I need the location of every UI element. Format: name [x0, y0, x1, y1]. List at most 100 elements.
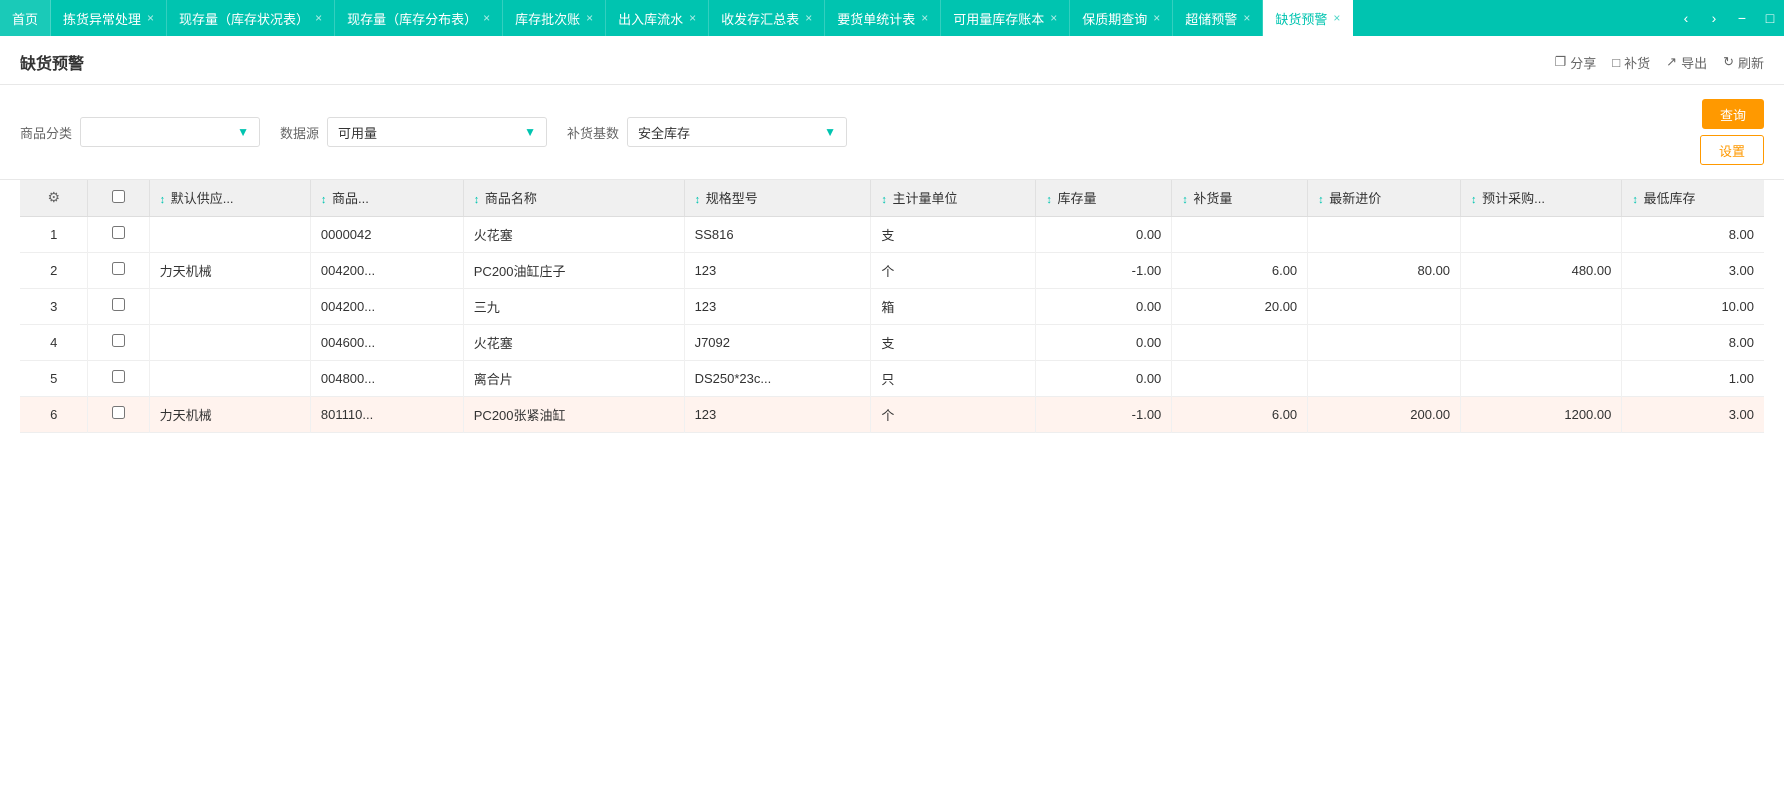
td-est-purchase — [1461, 216, 1622, 252]
td-seq: 4 — [20, 324, 88, 360]
replenish-base-dropdown-icon: ▼ — [824, 125, 836, 139]
tab-minimize-button[interactable]: − — [1728, 10, 1756, 26]
replenish-base-select[interactable]: 安全库存 ▼ — [627, 117, 847, 147]
tab-close-demand-stat[interactable]: × — [921, 11, 928, 25]
td-stock-qty: 0.00 — [1036, 324, 1172, 360]
th-spec[interactable]: ↕ 规格型号 — [684, 180, 871, 216]
th-min-stock[interactable]: ↕ 最低库存 — [1622, 180, 1764, 216]
td-checkbox[interactable] — [88, 252, 149, 288]
tab-close-inout-flow[interactable]: × — [689, 11, 696, 25]
tab-close-stock-status[interactable]: × — [315, 11, 322, 25]
data-table: ⚙ ↕ 默认供应... ↕ 商品... ↕ 商品名称 — [20, 180, 1764, 433]
row-checkbox[interactable] — [112, 370, 125, 383]
td-min-stock: 1.00 — [1622, 360, 1764, 396]
tab-avail-stock[interactable]: 可用量库存账本 × — [941, 0, 1070, 36]
td-est-purchase — [1461, 288, 1622, 324]
td-supplier: 力天机械 — [149, 396, 310, 432]
filter-bar: 商品分类 ▼ 数据源 可用量 ▼ 补货基数 安全库存 ▼ 查询 设置 — [0, 85, 1784, 180]
tab-shortage[interactable]: 缺货预警 × — [1263, 0, 1353, 36]
datasource-filter-group: 数据源 可用量 ▼ — [280, 117, 547, 147]
tab-close-receipt-summary[interactable]: × — [805, 11, 812, 25]
tab-maximize-button[interactable]: □ — [1756, 10, 1784, 26]
tab-close-shortage[interactable]: × — [1333, 11, 1340, 25]
td-est-purchase: 480.00 — [1461, 252, 1622, 288]
datasource-select[interactable]: 可用量 ▼ — [327, 117, 547, 147]
row-checkbox[interactable] — [112, 262, 125, 275]
td-checkbox[interactable] — [88, 288, 149, 324]
replenish-button[interactable]: □ 补货 — [1612, 53, 1650, 72]
row-checkbox[interactable] — [112, 406, 125, 419]
td-spec: SS816 — [684, 216, 871, 252]
td-stock-qty: 0.00 — [1036, 360, 1172, 396]
select-all-checkbox[interactable] — [112, 190, 125, 203]
th-goods-name[interactable]: ↕ 商品名称 — [463, 180, 684, 216]
table-body: 10000042火花塞SS816支0.008.002力天机械004200...P… — [20, 216, 1764, 432]
td-replenish-qty — [1172, 324, 1308, 360]
td-goods-name: PC200油缸庄子 — [463, 252, 684, 288]
tab-close-batch[interactable]: × — [586, 11, 593, 25]
sort-icon-latest-price: ↕ — [1318, 194, 1324, 206]
tab-close-abnormal[interactable]: × — [147, 11, 154, 25]
td-checkbox[interactable] — [88, 396, 149, 432]
td-goods-code: 004200... — [310, 252, 463, 288]
tab-close-overstock[interactable]: × — [1243, 11, 1250, 25]
tab-expiry[interactable]: 保质期查询 × — [1070, 0, 1173, 36]
tab-batch[interactable]: 库存批次账 × — [503, 0, 606, 36]
td-stock-qty: 0.00 — [1036, 288, 1172, 324]
tab-inout-flow[interactable]: 出入库流水 × — [606, 0, 709, 36]
page-header: 缺货预警 ❐ 分享 □ 补货 ↗ 导出 ↻ 刷新 — [0, 36, 1784, 85]
tab-close-expiry[interactable]: × — [1153, 11, 1160, 25]
td-checkbox[interactable] — [88, 324, 149, 360]
table-row: 6力天机械801110...PC200张紧油缸123个-1.006.00200.… — [20, 396, 1764, 432]
sort-icon-replenish-qty: ↕ — [1182, 194, 1188, 206]
td-goods-code: 0000042 — [310, 216, 463, 252]
td-replenish-qty — [1172, 216, 1308, 252]
th-unit[interactable]: ↕ 主计量单位 — [871, 180, 1036, 216]
td-latest-price — [1308, 360, 1461, 396]
tab-demand-stat[interactable]: 要货单统计表 × — [825, 0, 941, 36]
tab-prev-button[interactable]: ‹ — [1672, 10, 1700, 26]
tab-next-button[interactable]: › — [1700, 10, 1728, 26]
th-est-purchase[interactable]: ↕ 预计采购... — [1461, 180, 1622, 216]
refresh-button[interactable]: ↻ 刷新 — [1723, 53, 1764, 72]
td-seq: 1 — [20, 216, 88, 252]
td-unit: 支 — [871, 216, 1036, 252]
td-latest-price: 80.00 — [1308, 252, 1461, 288]
tab-stock-status[interactable]: 现存量（库存状况表） × — [167, 0, 335, 36]
tab-home[interactable]: 首页 — [0, 0, 51, 36]
page-content: 缺货预警 ❐ 分享 □ 补货 ↗ 导出 ↻ 刷新 商品分类 — [0, 36, 1784, 796]
td-spec: DS250*23c... — [684, 360, 871, 396]
share-button[interactable]: ❐ 分享 — [1555, 53, 1597, 72]
th-replenish-qty[interactable]: ↕ 补货量 — [1172, 180, 1308, 216]
tab-stock-dist[interactable]: 现存量（库存分布表） × — [335, 0, 503, 36]
tab-overstock[interactable]: 超储预警 × — [1173, 0, 1263, 36]
query-button[interactable]: 查询 — [1702, 99, 1764, 129]
td-checkbox[interactable] — [88, 216, 149, 252]
row-checkbox[interactable] — [112, 226, 125, 239]
tab-receipt-summary[interactable]: 收发存汇总表 × — [709, 0, 825, 36]
sort-icon-spec: ↕ — [695, 194, 701, 206]
category-select[interactable]: ▼ — [80, 117, 260, 147]
sort-icon-unit: ↕ — [881, 194, 887, 206]
th-checkbox[interactable] — [88, 180, 149, 216]
th-goods-code[interactable]: ↕ 商品... — [310, 180, 463, 216]
td-min-stock: 8.00 — [1622, 216, 1764, 252]
export-button[interactable]: ↗ 导出 — [1666, 53, 1707, 72]
tab-abnormal[interactable]: 拣货异常处理 × — [51, 0, 167, 36]
row-checkbox[interactable] — [112, 298, 125, 311]
td-replenish-qty: 20.00 — [1172, 288, 1308, 324]
tab-close-avail-stock[interactable]: × — [1050, 11, 1057, 25]
td-checkbox[interactable] — [88, 360, 149, 396]
settings-button[interactable]: 设置 — [1700, 135, 1764, 165]
row-checkbox[interactable] — [112, 334, 125, 347]
th-latest-price[interactable]: ↕ 最新进价 — [1308, 180, 1461, 216]
table-row: 3004200...三九123箱0.0020.0010.00 — [20, 288, 1764, 324]
td-goods-name: 火花塞 — [463, 324, 684, 360]
tab-close-stock-dist[interactable]: × — [483, 11, 490, 25]
sort-icon-est-purchase: ↕ — [1471, 194, 1477, 206]
th-default-supplier[interactable]: ↕ 默认供应... — [149, 180, 310, 216]
gear-icon[interactable]: ⚙ — [47, 189, 60, 205]
td-unit: 支 — [871, 324, 1036, 360]
th-gear[interactable]: ⚙ — [20, 180, 88, 216]
th-stock-qty[interactable]: ↕ 库存量 — [1036, 180, 1172, 216]
